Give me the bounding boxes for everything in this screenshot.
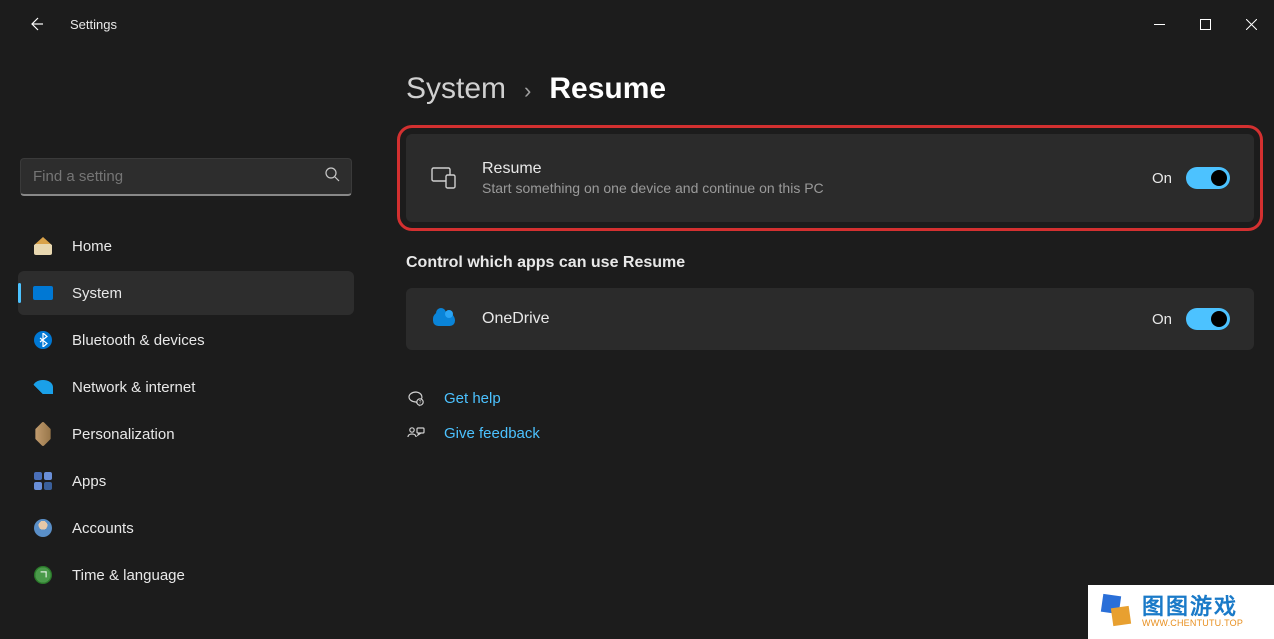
- sidebar-item-label: Accounts: [72, 520, 134, 537]
- sidebar-item-label: Bluetooth & devices: [72, 332, 205, 349]
- breadcrumb: System › Resume: [406, 72, 1254, 106]
- svg-text:?: ?: [419, 400, 422, 406]
- sidebar-item-label: Network & internet: [72, 379, 195, 396]
- sidebar-item-label: Home: [72, 238, 112, 255]
- resume-setting-card: Resume Start something on one device and…: [406, 134, 1254, 222]
- app-name: OneDrive: [482, 310, 1152, 328]
- sidebar-item-label: Apps: [72, 473, 106, 490]
- minimize-button[interactable]: [1136, 8, 1182, 40]
- page-title: Resume: [549, 72, 666, 106]
- main-content: System › Resume Resume Start something o…: [406, 72, 1254, 460]
- sidebar-item-label: Personalization: [72, 426, 175, 443]
- person-icon: [32, 517, 54, 539]
- sidebar-item-bluetooth[interactable]: Bluetooth & devices: [18, 318, 354, 362]
- onedrive-icon: [430, 312, 458, 326]
- onedrive-toggle-label: On: [1152, 311, 1172, 328]
- resume-toggle[interactable]: [1186, 167, 1230, 189]
- window-controls: [1136, 8, 1274, 40]
- sidebar-item-accounts[interactable]: Accounts: [18, 506, 354, 550]
- globe-clock-icon: [32, 564, 54, 586]
- sidebar: Home System Bluetooth & devices Network …: [0, 48, 372, 600]
- onedrive-toggle[interactable]: [1186, 308, 1230, 330]
- footer-links: ? Get help Give feedback: [406, 390, 1254, 442]
- resume-title: Resume: [482, 160, 1152, 178]
- help-icon: ?: [406, 391, 426, 407]
- back-button[interactable]: [20, 8, 52, 40]
- search-wrap: [20, 158, 352, 196]
- apps-icon: [32, 470, 54, 492]
- sidebar-item-network[interactable]: Network & internet: [18, 365, 354, 409]
- watermark: 图图游戏 WWW.CHENTUTU.TOP: [1088, 585, 1274, 639]
- brush-icon: [32, 423, 54, 445]
- onedrive-app-card: OneDrive On: [406, 288, 1254, 350]
- chevron-right-icon: ›: [524, 78, 531, 104]
- sidebar-item-personalization[interactable]: Personalization: [18, 412, 354, 456]
- home-icon: [32, 235, 54, 257]
- sidebar-item-time-language[interactable]: Time & language: [18, 553, 354, 597]
- nav-list: Home System Bluetooth & devices Network …: [12, 224, 360, 597]
- watermark-logo-icon: [1096, 593, 1134, 631]
- close-button[interactable]: [1228, 8, 1274, 40]
- search-icon: [325, 167, 340, 187]
- sidebar-item-label: Time & language: [72, 567, 185, 584]
- maximize-button[interactable]: [1182, 8, 1228, 40]
- watermark-cn: 图图游戏: [1142, 595, 1243, 619]
- get-help-link[interactable]: Get help: [444, 390, 501, 407]
- app-title: Settings: [70, 17, 117, 32]
- resume-subtitle: Start something on one device and contin…: [482, 180, 1152, 196]
- sidebar-item-system[interactable]: System: [18, 271, 354, 315]
- sidebar-item-home[interactable]: Home: [18, 224, 354, 268]
- give-feedback-link[interactable]: Give feedback: [444, 425, 540, 442]
- system-icon: [32, 282, 54, 304]
- minimize-icon: [1154, 19, 1165, 30]
- sidebar-item-apps[interactable]: Apps: [18, 459, 354, 503]
- sidebar-item-label: System: [72, 285, 122, 302]
- titlebar: Settings: [0, 0, 1274, 48]
- search-input[interactable]: [20, 158, 352, 196]
- watermark-url: WWW.CHENTUTU.TOP: [1142, 619, 1243, 629]
- apps-section-heading: Control which apps can use Resume: [406, 254, 1254, 272]
- arrow-left-icon: [28, 16, 44, 32]
- devices-icon: [430, 167, 458, 189]
- maximize-icon: [1200, 19, 1211, 30]
- resume-toggle-label: On: [1152, 170, 1172, 187]
- bluetooth-icon: [32, 329, 54, 351]
- feedback-icon: [406, 426, 426, 442]
- wifi-icon: [32, 376, 54, 398]
- breadcrumb-parent[interactable]: System: [406, 72, 506, 106]
- close-icon: [1246, 19, 1257, 30]
